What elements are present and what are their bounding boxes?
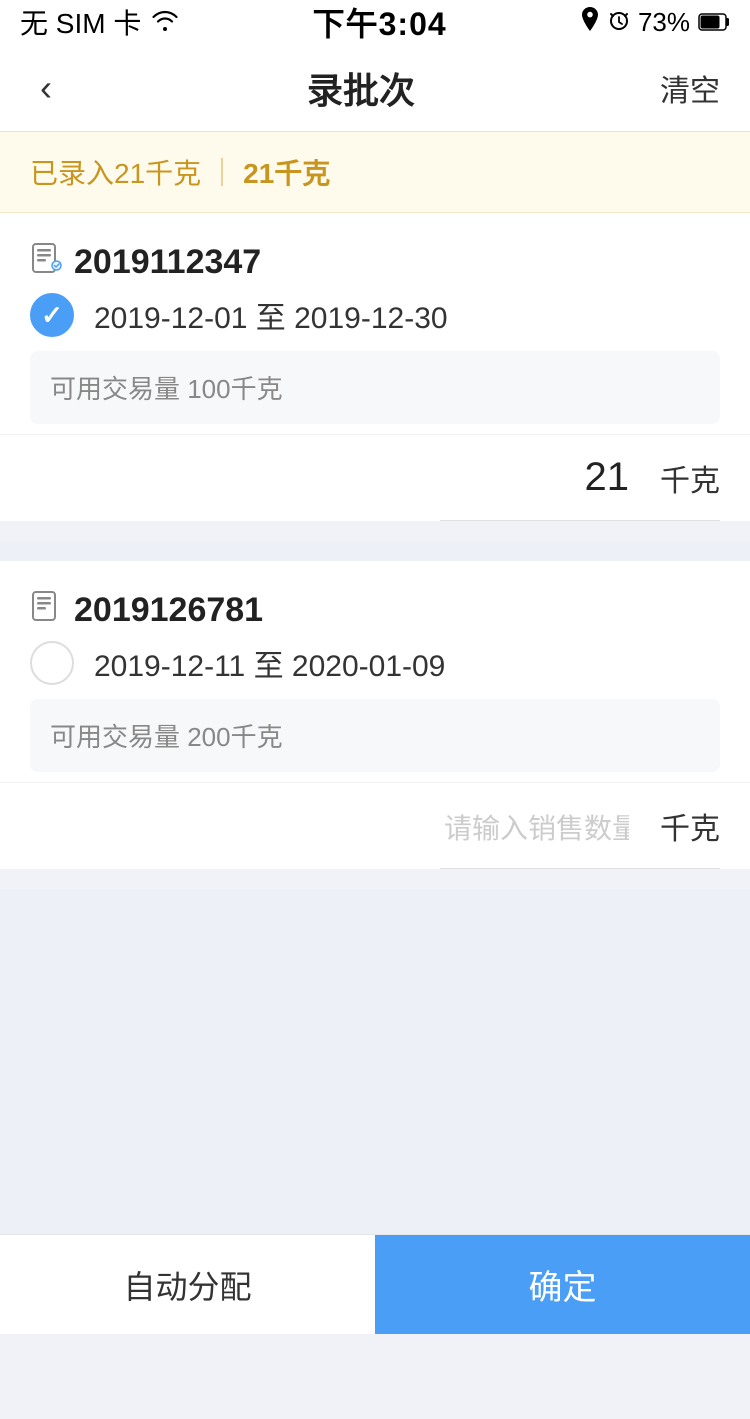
summary-amount: 21千克 (243, 152, 330, 192)
batch-checkbox-1[interactable] (30, 293, 74, 337)
batch-card-1: 2019112347 2019-12-01 至 2019-12-30 可用交易量… (0, 213, 750, 521)
page-content: 已录入21千克 21千克 2019112347 2019-12-01 至 201… (0, 132, 750, 1419)
batch-checkbox-2[interactable] (30, 641, 74, 685)
batch-card-2: 2019126781 2019-12-11 至 2020-01-09 可用交易量… (0, 561, 750, 869)
batch-date-2: 2019-12-11 至 2020-01-09 (94, 641, 445, 685)
location-icon (580, 7, 600, 38)
battery-text: 73% (638, 7, 690, 38)
confirm-button[interactable]: 确定 (375, 1235, 750, 1334)
quantity-unit-1: 千克 (660, 456, 720, 500)
wifi-icon (151, 6, 179, 38)
batch-doc-icon-2 (30, 589, 64, 631)
summary-label: 已录入21千克 (30, 152, 201, 192)
quantity-input-2[interactable] (444, 803, 644, 848)
batch-header-1: 2019112347 (0, 213, 750, 293)
page-title: 录批次 (307, 62, 415, 114)
quantity-input-1[interactable] (444, 455, 644, 500)
clear-button[interactable]: 清空 (660, 66, 720, 110)
batch-avail-1: 可用交易量 100千克 (30, 351, 720, 424)
footer: 自动分配 确定 (0, 1234, 750, 1334)
summary-divider (221, 158, 223, 186)
back-button[interactable]: ‹ (30, 57, 62, 119)
quantity-underline-1 (440, 520, 720, 521)
quantity-row-2: 千克 (0, 782, 750, 868)
carrier-text: 无 SIM 卡 (20, 2, 141, 42)
batch-id-1: 2019112347 (74, 243, 261, 282)
batch-doc-icon-1 (30, 241, 64, 283)
batch-header-2: 2019126781 (0, 561, 750, 641)
status-time: 下午3:04 (313, 0, 447, 45)
status-left: 无 SIM 卡 (20, 2, 179, 42)
batch-date-row-2: 2019-12-11 至 2020-01-09 (0, 641, 750, 699)
batch-date-row-1: 2019-12-01 至 2019-12-30 (0, 293, 750, 351)
quantity-underline-2 (440, 868, 720, 869)
card-divider (0, 541, 750, 561)
auto-distribute-button[interactable]: 自动分配 (0, 1235, 375, 1334)
battery-icon (698, 7, 730, 38)
status-bar: 无 SIM 卡 下午3:04 73% (0, 0, 750, 44)
alarm-icon (608, 7, 630, 38)
quantity-unit-2: 千克 (660, 804, 720, 848)
summary-banner: 已录入21千克 21千克 (0, 132, 750, 213)
status-right: 73% (580, 7, 730, 38)
quantity-row-1: 千克 (0, 434, 750, 520)
nav-bar: ‹ 录批次 清空 (0, 44, 750, 132)
batch-date-1: 2019-12-01 至 2019-12-30 (94, 293, 448, 337)
batch-avail-2: 可用交易量 200千克 (30, 699, 720, 772)
batch-id-2: 2019126781 (74, 591, 263, 630)
